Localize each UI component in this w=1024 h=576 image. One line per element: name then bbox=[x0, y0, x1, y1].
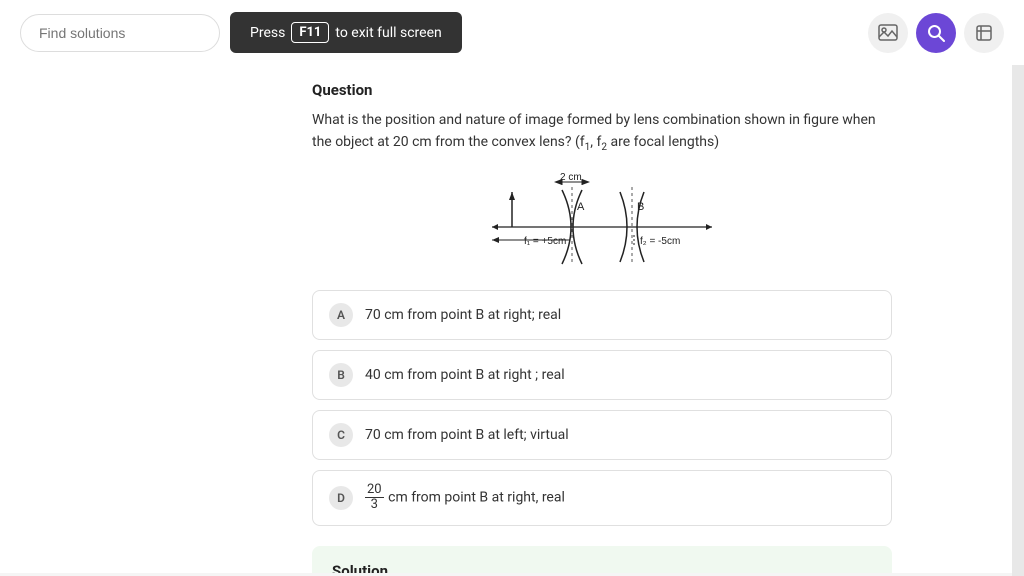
main-content: Question What is the position and nature… bbox=[0, 65, 1024, 573]
search-input[interactable] bbox=[20, 14, 220, 52]
search-icon bbox=[927, 24, 945, 42]
option-d-text: 20 3 cm from point B at right, real bbox=[365, 483, 565, 513]
option-b-text: 40 cm from point B at right ; real bbox=[365, 367, 565, 383]
bookmark-button[interactable] bbox=[964, 13, 1004, 53]
option-d[interactable]: D 20 3 cm from point B at right, real bbox=[312, 470, 892, 526]
f11-suffix: to exit full screen bbox=[335, 25, 441, 41]
diagram-svg: A 2 cm B f₁ = +5cm bbox=[472, 172, 732, 272]
lens-diagram: A 2 cm B f₁ = +5cm bbox=[312, 172, 892, 272]
option-a[interactable]: A 70 cm from point B at right; real bbox=[312, 290, 892, 340]
question-text-main: What is the position and nature of image… bbox=[312, 112, 876, 150]
option-b[interactable]: B 40 cm from point B at right ; real bbox=[312, 350, 892, 400]
option-a-text: 70 cm from point B at right; real bbox=[365, 307, 561, 323]
image-icon bbox=[878, 24, 898, 42]
option-d-suffix: cm from point B at right, real bbox=[388, 490, 565, 506]
option-b-circle: B bbox=[329, 363, 353, 387]
option-c-circle: C bbox=[329, 423, 353, 447]
svg-text:f₁ = +5cm: f₁ = +5cm bbox=[524, 236, 566, 247]
option-d-circle: D bbox=[329, 486, 353, 510]
fraction-20-3: 20 3 bbox=[365, 483, 384, 513]
topbar-icons bbox=[868, 13, 1004, 53]
option-a-circle: A bbox=[329, 303, 353, 327]
svg-text:2 cm: 2 cm bbox=[560, 172, 582, 183]
svg-text:A: A bbox=[577, 201, 585, 213]
option-c-text: 70 cm from point B at left; virtual bbox=[365, 427, 569, 443]
bookmark-icon bbox=[975, 24, 993, 42]
image-icon-button[interactable] bbox=[868, 13, 908, 53]
topbar: Press F11 to exit full screen bbox=[0, 0, 1024, 65]
question-label: Question bbox=[312, 81, 892, 99]
svg-text:B: B bbox=[637, 201, 644, 213]
solution-box: Solution The correct option is A 70 cm f… bbox=[312, 546, 892, 573]
option-c[interactable]: C 70 cm from point B at left; virtual bbox=[312, 410, 892, 460]
f11-prefix: Press bbox=[250, 25, 285, 41]
options-list: A 70 cm from point B at right; real B 40… bbox=[312, 290, 892, 526]
f11-key: F11 bbox=[291, 22, 329, 43]
svg-text:f₂ = -5cm: f₂ = -5cm bbox=[640, 236, 680, 247]
solution-label: Solution bbox=[332, 562, 872, 573]
f11-banner: Press F11 to exit full screen bbox=[230, 12, 462, 53]
search-button[interactable] bbox=[916, 13, 956, 53]
scrollbar[interactable] bbox=[1012, 0, 1024, 576]
question-text: What is the position and nature of image… bbox=[312, 109, 892, 156]
